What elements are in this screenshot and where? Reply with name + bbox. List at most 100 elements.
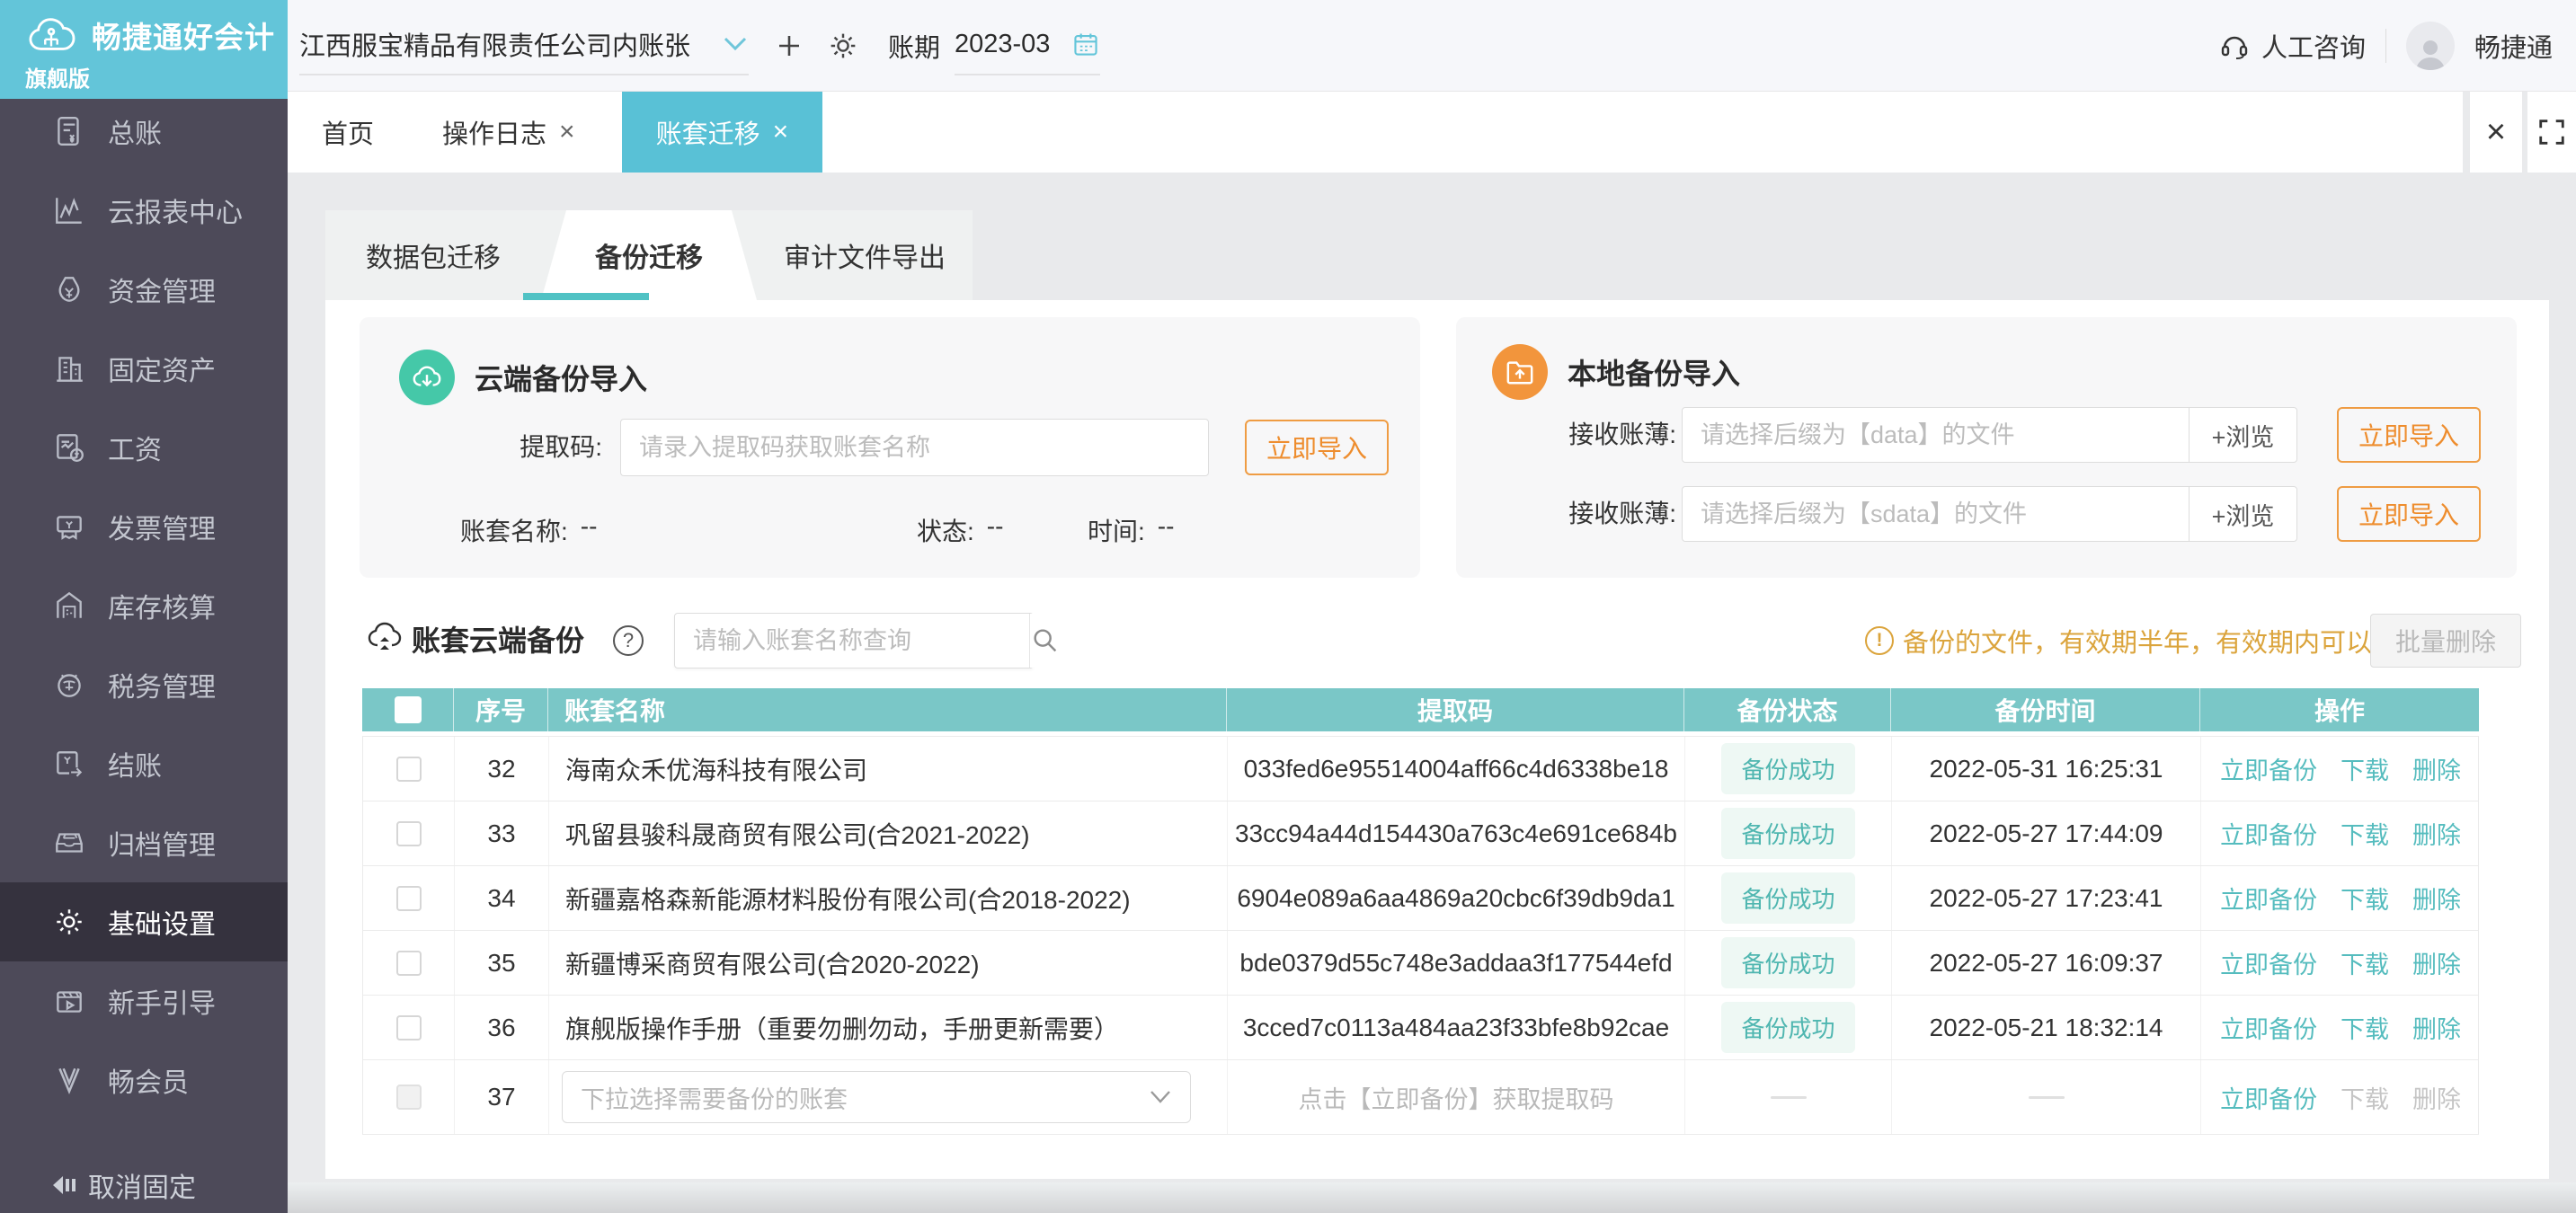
download-link[interactable]: 下载 [2341,1010,2389,1045]
delete-link-disabled: 删除 [2412,1085,2461,1113]
backup-now-link[interactable]: 立即备份 [2220,1010,2317,1045]
download-link[interactable]: 下载 [2341,751,2389,786]
cloud-backup-list-section: 账套云端备份 ? ! 备份的文件，有效期半年，有效期内可以下载。 批量删除 [325,601,2549,680]
delete-link[interactable]: 删除 [2412,816,2461,851]
delete-link[interactable]: 删除 [2412,1010,2461,1045]
table-row: 33 巩留县骏科晟商贸有限公司(合2021-2022) 33cc94a44d15… [363,801,2478,866]
backup-now-link[interactable]: 立即备份 [2220,945,2317,980]
sidebar-item-onboarding[interactable]: 新手引导 [0,961,288,1040]
row-extraction-code: 33cc94a44d154430a763c4e691ce684b [1228,801,1685,865]
migration-subtabs: 数据包迁移 备份迁移 审计文件导出 [325,210,973,300]
subtab-backup-migration[interactable]: 备份迁移 [541,210,757,300]
download-link[interactable]: 下载 [2341,881,2389,916]
backup-now-link[interactable]: 立即备份 [2220,751,2317,786]
search-button[interactable] [1029,614,1061,668]
period-date-picker[interactable]: 2023-03 [955,14,1100,75]
sidebar-item-payroll[interactable]: 工资 [0,408,288,487]
tab-operation-log[interactable]: 操作日志 × [408,92,609,173]
select-placeholder: 下拉选择需要备份的账套 [581,1085,848,1113]
code-hint: 点击【立即备份】获取提取码 [1298,1085,1614,1113]
user-name[interactable]: 畅捷通 [2474,27,2553,65]
subtab-data-package-migration[interactable]: 数据包迁移 [325,210,541,300]
empty-time-dash [2028,1095,2065,1099]
cloud-import-now-button[interactable]: 立即导入 [1245,420,1389,475]
local-import-now-button[interactable]: 立即导入 [2337,486,2481,542]
delete-link[interactable]: 删除 [2412,751,2461,786]
download-link[interactable]: 下载 [2341,945,2389,980]
app-logo: 畅捷通好会计 旗舰版 [0,0,288,99]
row-checkbox[interactable] [395,1014,422,1040]
bottom-edge-band [288,1182,2576,1213]
local-import-title: 本地备份导入 [1568,358,1741,390]
account-search-input[interactable] [675,614,1029,668]
tax-stamp-icon [52,668,86,702]
delete-link[interactable]: 删除 [2412,945,2461,980]
unpin-sidebar-button[interactable]: 取消固定 [50,1165,196,1205]
backup-now-link[interactable]: 立即备份 [2220,1080,2317,1115]
row-extraction-code: 3cced7c0113a484aa23f33bfe8b92cae [1228,996,1685,1059]
sidebar-item-funds[interactable]: 资金管理 [0,250,288,329]
extraction-code-label: 提取码: [520,433,602,461]
sdata-file-input[interactable] [1683,487,2189,541]
company-account-select[interactable]: 江西服宝精品有限责任公司内账张 [299,14,749,75]
help-icon[interactable]: ? [613,625,644,656]
download-link[interactable]: 下载 [2341,816,2389,851]
tab-account-migration[interactable]: 账套迁移 × [621,92,823,173]
table-row: 35 新疆博采商贸有限公司(合2020-2022) bde0379d55c748… [363,931,2478,996]
sidebar-item-inventory[interactable]: 库存核算 [0,566,288,645]
tab-home[interactable]: 首页 [288,92,408,173]
header-backup-status: 备份状态 [1684,688,1891,731]
row-checkbox[interactable] [395,820,422,846]
row-checkbox[interactable] [395,885,422,911]
subtab-audit-export[interactable]: 审计文件导出 [757,210,973,300]
sidebar-item-settings[interactable]: 基础设置 [0,882,288,961]
sidebar-item-cloud-reports[interactable]: 云报表中心 [0,171,288,250]
avatar[interactable] [2405,22,2455,70]
sidebar-item-invoices[interactable]: 发票管理 [0,487,288,566]
account-select-dropdown[interactable]: 下拉选择需要备份的账套 [562,1071,1191,1123]
extraction-code-input[interactable] [620,419,1209,476]
chevron-down-icon [722,35,749,53]
search-icon [1034,629,1057,652]
sidebar-item-fixed-assets[interactable]: 固定资产 [0,329,288,408]
row-seq: 37 [455,1060,549,1134]
data-file-input[interactable] [1683,408,2189,462]
settings-gear-button[interactable] [825,0,861,92]
close-all-tabs-button[interactable]: × [2470,92,2522,173]
fullscreen-button[interactable] [2527,92,2576,173]
row-backup-time: 2022-05-27 17:23:41 [1892,866,2201,930]
local-import-now-button[interactable]: 立即导入 [2337,407,2481,463]
browse-sdata-file-button[interactable]: +浏览 [2189,487,2296,541]
sidebar-item-label: 结账 [108,752,162,782]
payroll-icon [52,430,86,465]
add-account-button[interactable] [773,0,805,92]
sidebar-item-membership[interactable]: 畅会员 [0,1040,288,1120]
active-subtab-underline [523,293,649,300]
subtab-label: 数据包迁移 [366,243,501,273]
report-chart-icon [52,193,86,227]
close-tab-icon[interactable]: × [559,119,575,146]
sidebar-item-archive[interactable]: 归档管理 [0,803,288,882]
backup-table-header: 序号 账套名称 提取码 备份状态 备份时间 操作 [362,688,2479,731]
live-support-button[interactable]: 人工咨询 [2218,27,2366,65]
select-all-checkbox[interactable] [394,696,422,723]
close-tab-icon[interactable]: × [773,119,789,146]
subtab-label: 备份迁移 [595,243,703,273]
batch-delete-button: 批量删除 [2370,614,2521,668]
row-checkbox[interactable] [395,756,422,782]
sidebar-item-tax[interactable]: 税务管理 [0,645,288,724]
row-seq: 33 [455,801,549,865]
sidebar-item-general-ledger[interactable]: 总账 [0,92,288,171]
row-checkbox[interactable] [395,950,422,976]
tab-label: 首页 [322,120,375,149]
sidebar-item-label: 畅会员 [108,1068,189,1098]
cloud-import-title: 云端备份导入 [475,363,648,395]
time-label: 时间: [1088,518,1145,545]
backup-now-link[interactable]: 立即备份 [2220,816,2317,851]
sidebar-item-closing[interactable]: 结账 [0,724,288,803]
delete-link[interactable]: 删除 [2412,881,2461,916]
info-icon: ! [1865,626,1894,655]
sidebar-menu: 总账 云报表中心 资金管理 固定资产 工资 发票管理 库存核算 税务管理 结账 … [0,92,288,1120]
browse-data-file-button[interactable]: +浏览 [2189,408,2296,462]
backup-now-link[interactable]: 立即备份 [2220,881,2317,916]
